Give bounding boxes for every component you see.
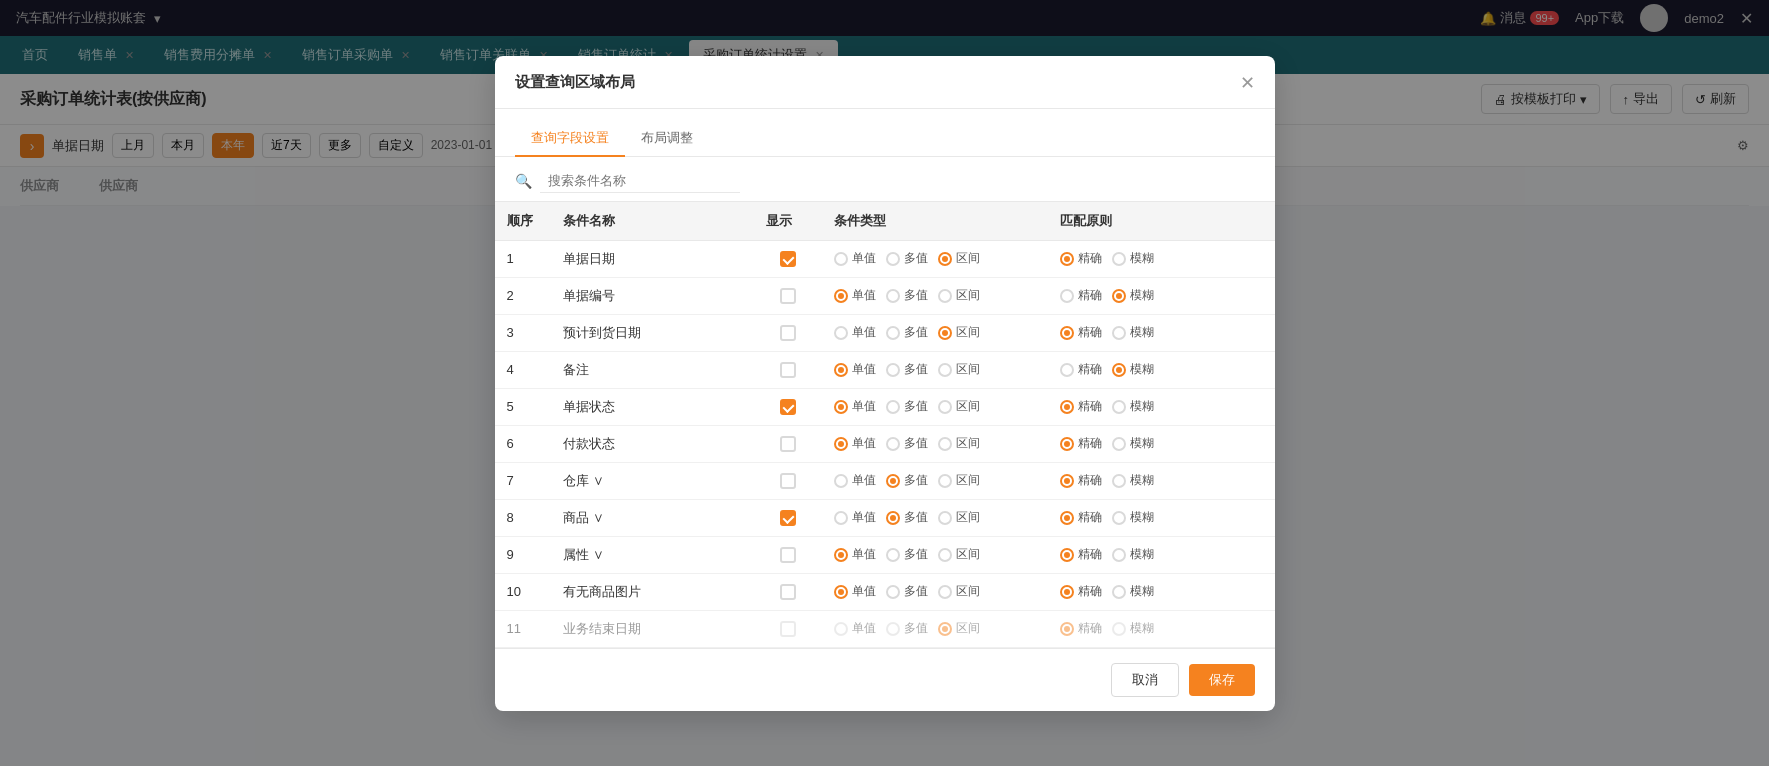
th-name: 条件名称 (551, 202, 754, 207)
tab-layout[interactable]: 布局调整 (625, 121, 709, 157)
modal-title: 设置查询区域布局 (515, 73, 635, 92)
tab-query-fields[interactable]: 查询字段设置 (515, 121, 625, 157)
modal-tabs: 查询字段设置 布局调整 (495, 109, 1275, 157)
modal-table-wrap: 顺序 条件名称 显示 条件类型 匹配原则 1单据日期单值多值区间精确模糊2单据编… (495, 202, 1275, 207)
modal-header: 设置查询区域布局 ✕ (495, 56, 1275, 109)
search-input[interactable] (540, 169, 740, 193)
th-order: 顺序 (495, 202, 552, 207)
modal-close-button[interactable]: ✕ (1240, 72, 1255, 94)
th-show: 显示 (754, 202, 822, 207)
search-icon: 🔍 (515, 173, 532, 189)
th-type: 条件类型 (822, 202, 1048, 207)
modal-overlay: 设置查询区域布局 ✕ 查询字段设置 布局调整 🔍 顺序 条件名称 显示 条件类型 (0, 0, 1769, 206)
th-match: 匹配原则 (1048, 202, 1274, 207)
settings-modal: 设置查询区域布局 ✕ 查询字段设置 布局调整 🔍 顺序 条件名称 显示 条件类型 (495, 56, 1275, 207)
conditions-table: 顺序 条件名称 显示 条件类型 匹配原则 1单据日期单值多值区间精确模糊2单据编… (495, 202, 1275, 207)
modal-search-area: 🔍 (495, 157, 1275, 202)
